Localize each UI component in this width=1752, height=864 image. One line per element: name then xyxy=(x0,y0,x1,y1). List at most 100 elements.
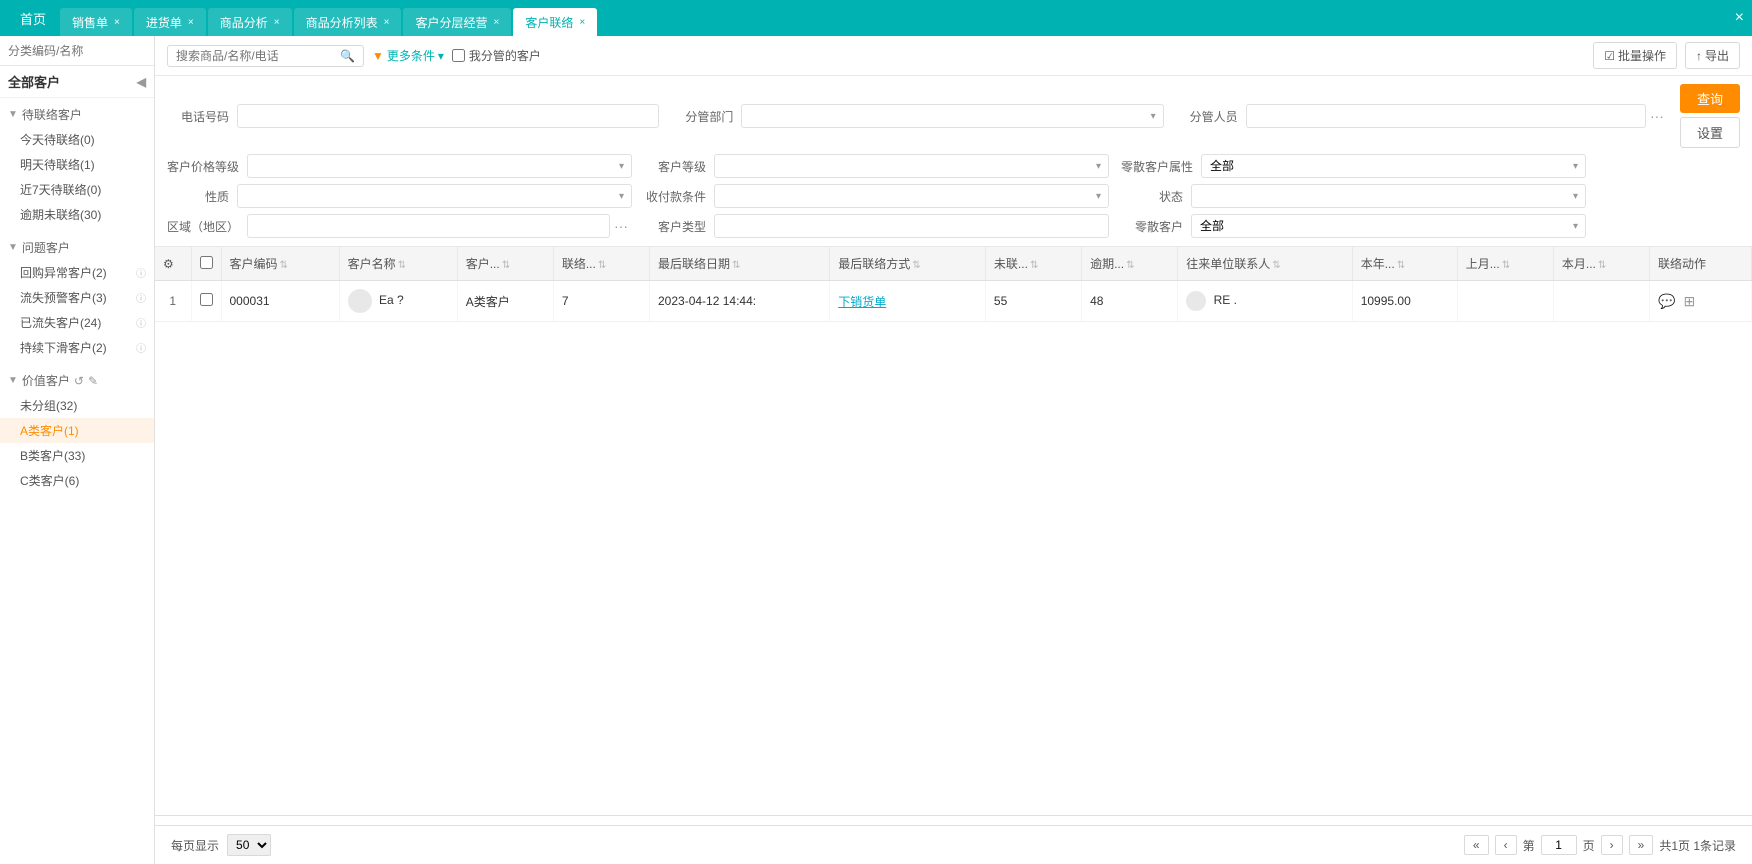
sort-this-month-icon[interactable]: ⇅ xyxy=(1598,260,1606,271)
row-checkbox[interactable] xyxy=(200,293,213,306)
sidebar-item-churn-warning[interactable]: 流失预警客户(3) ⓘ xyxy=(0,285,154,310)
close-customer-contact-tab[interactable]: × xyxy=(579,17,585,28)
pending-contact-triangle: ▼ xyxy=(8,109,18,120)
sort-level-icon[interactable]: ⇅ xyxy=(502,260,510,271)
refresh-icon[interactable]: ↺ xyxy=(74,374,84,388)
filter-search-input[interactable] xyxy=(176,49,336,63)
sort-name-icon[interactable]: ⇅ xyxy=(398,260,406,271)
sidebar-item-b-class[interactable]: B类客户(33) xyxy=(0,443,154,468)
horizontal-scrollbar[interactable] xyxy=(155,815,1752,825)
row-last-method: 下销货单 xyxy=(830,281,986,322)
query-btn[interactable]: 查询 xyxy=(1680,84,1740,113)
edit-icon[interactable]: ✎ xyxy=(88,374,98,388)
help-icon-churned: ⓘ xyxy=(136,315,146,330)
region-label: 区域（地区） xyxy=(167,218,247,235)
sort-last-month-icon[interactable]: ⇅ xyxy=(1502,260,1510,271)
page-number-input[interactable] xyxy=(1541,835,1577,855)
prev-page-btn[interactable]: ‹ xyxy=(1495,835,1517,855)
value-customers-triangle: ▼ xyxy=(8,375,18,386)
action-qr-icon[interactable]: ⊞ xyxy=(1683,293,1695,310)
sort-unit-contact-icon[interactable]: ⇅ xyxy=(1272,260,1280,271)
sidebar-item-a-class[interactable]: A类客户(1) xyxy=(0,418,154,443)
sidebar-item-declining[interactable]: 持续下滑客户(2) ⓘ xyxy=(0,335,154,360)
staff-field: 分管人员 ··· xyxy=(1176,104,1668,128)
close-product-analysis-tab[interactable]: × xyxy=(274,17,280,28)
col-last-date: 最后联络日期⇅ xyxy=(650,247,830,281)
sidebar-item-c-class[interactable]: C类客户(6) xyxy=(0,468,154,493)
export-btn[interactable]: ↑ 导出 xyxy=(1685,42,1740,69)
problem-customers-section: ▼ 问题客户 回购异常客户(2) ⓘ 流失预警客户(3) ⓘ 已流失客户(24)… xyxy=(0,231,154,364)
my-customers-checkbox[interactable] xyxy=(452,49,465,62)
sort-no-contact-icon[interactable]: ⇅ xyxy=(1030,260,1038,271)
filter-search-icon[interactable]: 🔍 xyxy=(340,49,355,63)
per-page-select[interactable]: 50 xyxy=(227,834,271,856)
col-contact: 联络...⇅ xyxy=(553,247,649,281)
sidebar-item-repurchase-abnormal[interactable]: 回购异常客户(2) ⓘ xyxy=(0,260,154,285)
tab-sales[interactable]: 销售单 × xyxy=(60,8,132,36)
customer-level-select[interactable] xyxy=(714,154,1109,178)
customer-type-label: 客户类型 xyxy=(644,218,714,235)
tab-product-analysis[interactable]: 商品分析 × xyxy=(208,8,292,36)
customer-type-input[interactable] xyxy=(714,214,1109,238)
last-page-btn[interactable]: » xyxy=(1629,835,1654,855)
tab-customer-contact[interactable]: 客户联络 × xyxy=(513,8,597,36)
batch-operation-btn[interactable]: ☑ 批量操作 xyxy=(1593,42,1677,69)
tab-customer-segment[interactable]: 客户分层经营 × xyxy=(403,8,511,36)
retail-select[interactable]: 全部 xyxy=(1191,214,1586,238)
region-input[interactable] xyxy=(247,214,610,238)
row-no: 1 xyxy=(155,281,191,322)
row-action: 💬 ⊞ xyxy=(1650,281,1752,322)
last-method-link[interactable]: 下销货单 xyxy=(838,295,886,309)
region-dots-btn[interactable]: ··· xyxy=(610,218,632,234)
sidebar-item-overdue[interactable]: 逾期未联络(30) xyxy=(0,202,154,227)
dept-select[interactable] xyxy=(741,104,1163,128)
tab-product-analysis-list[interactable]: 商品分析列表 × xyxy=(294,8,402,36)
retail-field: 零散客户 全部 ▾ xyxy=(1121,214,1586,238)
sort-contact-icon[interactable]: ⇅ xyxy=(598,260,606,271)
filter-more-btn[interactable]: ▼ 更多条件 ▾ xyxy=(372,47,444,64)
next-page-btn[interactable]: › xyxy=(1601,835,1623,855)
sidebar-item-tomorrow[interactable]: 明天待联络(1) xyxy=(0,152,154,177)
close-sales-tab[interactable]: × xyxy=(114,17,120,28)
pay-field: 收付款条件 ▾ xyxy=(644,184,1109,208)
sidebar-item-7days[interactable]: 近7天待联络(0) xyxy=(0,177,154,202)
price-level-select[interactable] xyxy=(247,154,632,178)
my-customers-filter[interactable]: 我分管的客户 xyxy=(452,47,541,64)
first-page-btn[interactable]: « xyxy=(1464,835,1489,855)
home-tab[interactable]: 首页 xyxy=(8,0,58,36)
staff-dots-btn[interactable]: ··· xyxy=(1646,108,1668,124)
sidebar-collapse-icon[interactable]: ◀ xyxy=(137,75,146,89)
close-customer-segment-tab[interactable]: × xyxy=(493,17,499,28)
sort-this-year-icon[interactable]: ⇅ xyxy=(1397,260,1405,271)
row-this-year: 10995.00 xyxy=(1352,281,1457,322)
status-select[interactable] xyxy=(1191,184,1586,208)
select-all-checkbox[interactable] xyxy=(200,256,213,269)
phone-input[interactable] xyxy=(237,104,659,128)
customer-table: ⚙ 客户编码⇅ 客户名称⇅ 客户...⇅ 联络...⇅ xyxy=(155,247,1752,322)
help-icon-churn: ⓘ xyxy=(136,290,146,305)
close-all-tabs[interactable]: × xyxy=(1735,9,1744,27)
filter-more-chevron: ▾ xyxy=(438,49,444,63)
close-product-analysis-list-tab[interactable]: × xyxy=(384,17,390,28)
close-purchase-tab[interactable]: × xyxy=(188,17,194,28)
filter-row-4: 区域（地区） ··· 客户类型 零散客户 全部 ▾ xyxy=(167,214,1740,238)
pay-select[interactable] xyxy=(714,184,1109,208)
row-checkbox-cell xyxy=(191,281,221,322)
sort-code-icon[interactable]: ⇅ xyxy=(280,260,288,271)
sort-overdue-icon[interactable]: ⇅ xyxy=(1126,260,1134,271)
retail-attr-select[interactable]: 全部 xyxy=(1201,154,1586,178)
sidebar-item-churned[interactable]: 已流失客户(24) ⓘ xyxy=(0,310,154,335)
sidebar-item-today[interactable]: 今天待联络(0) xyxy=(0,127,154,152)
col-settings[interactable]: ⚙ xyxy=(155,247,191,281)
setting-btn[interactable]: 设置 xyxy=(1680,117,1740,148)
top-nav: 首页 销售单 × 进货单 × 商品分析 × 商品分析列表 × 客户分层经营 × … xyxy=(0,0,1752,36)
sidebar-search-input[interactable] xyxy=(8,44,155,58)
sort-last-date-icon[interactable]: ⇅ xyxy=(732,260,740,271)
sort-last-method-icon[interactable]: ⇅ xyxy=(912,260,920,271)
tab-purchase[interactable]: 进货单 × xyxy=(134,8,206,36)
action-message-icon[interactable]: 💬 xyxy=(1658,293,1675,310)
nature-select[interactable] xyxy=(237,184,632,208)
staff-input[interactable] xyxy=(1246,104,1646,128)
row-this-month xyxy=(1553,281,1649,322)
sidebar-item-ungrouped[interactable]: 未分组(32) xyxy=(0,393,154,418)
